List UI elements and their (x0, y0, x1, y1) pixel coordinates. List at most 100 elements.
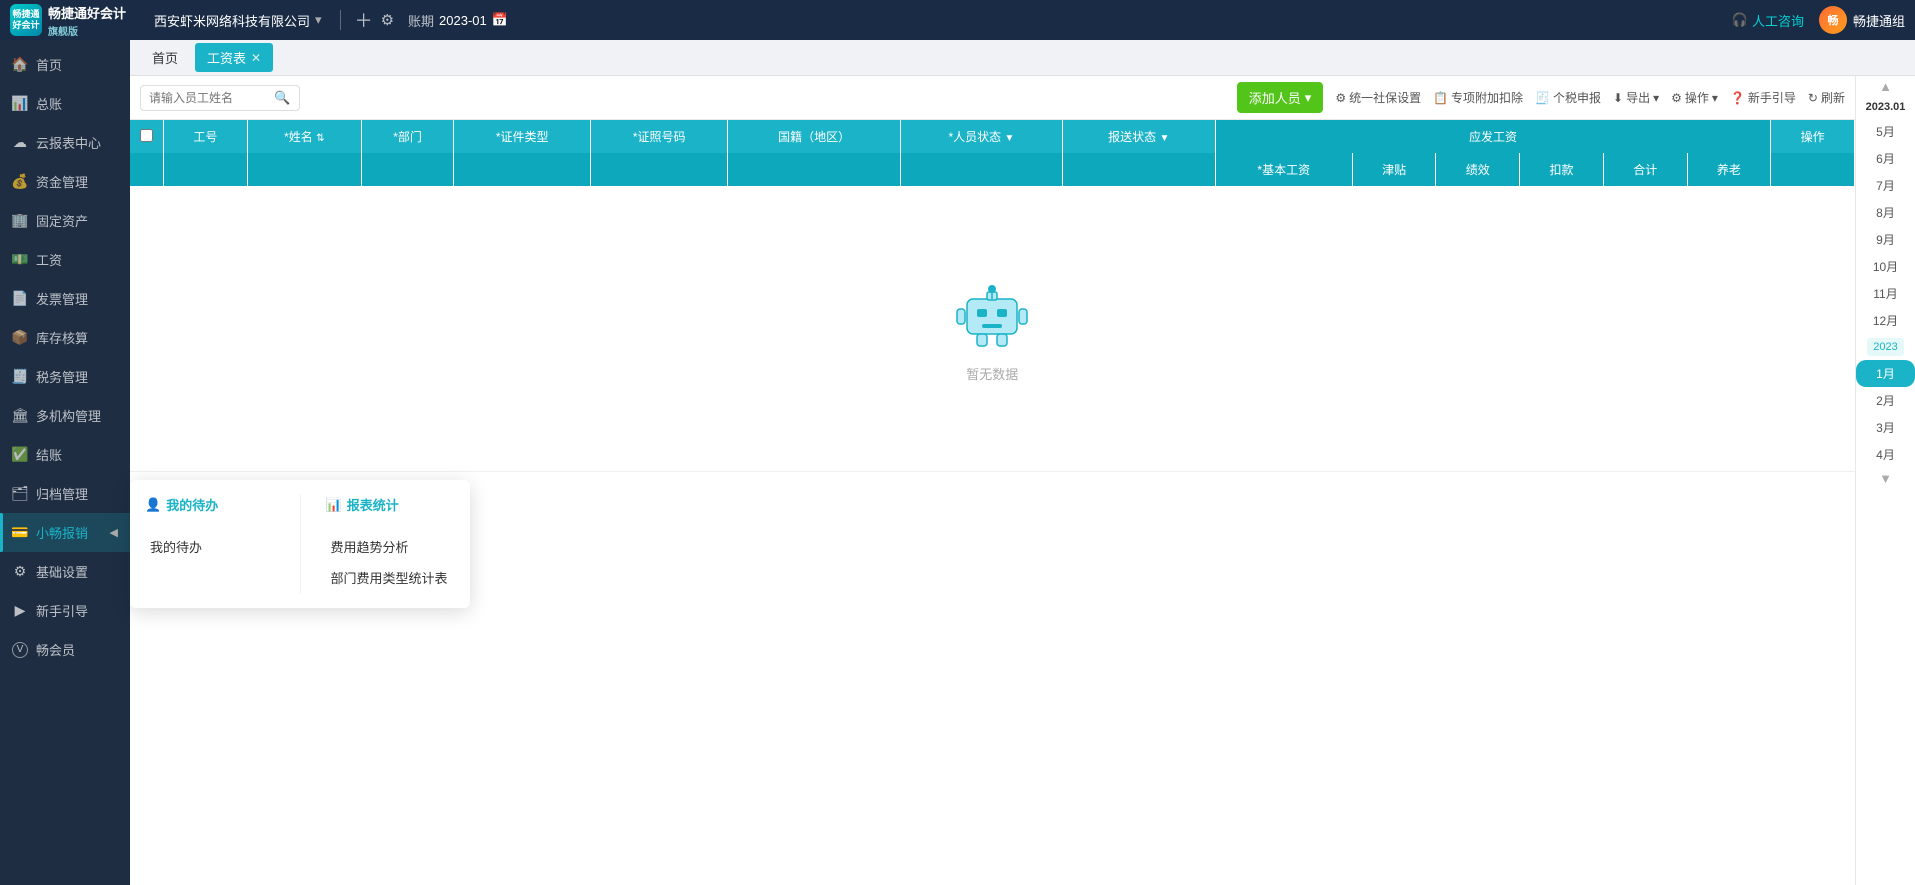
th-empty1 (130, 153, 164, 186)
cloud-icon: ☁ (12, 135, 28, 151)
empty-state-row: 暂无数据 (130, 186, 1855, 472)
sidebar-item-home[interactable]: 🏠 首页 (0, 45, 130, 84)
add-person-label: 添加人员 (1249, 88, 1301, 107)
play-icon: ▶ (12, 603, 28, 619)
th-cert-no: *证照号码 (591, 120, 728, 153)
cal-month-12[interactable]: 12月 (1856, 307, 1915, 334)
th-name[interactable]: *姓名 ⇅ (247, 120, 361, 153)
sidebar-item-guide[interactable]: ▶ 新手引导 (0, 591, 130, 630)
assets-icon: 🏢 (12, 213, 28, 229)
add-person-button[interactable]: 添加人员 ▾ (1237, 82, 1324, 113)
add-icon[interactable]: ＋ (351, 3, 377, 37)
funds-icon: 💰 (12, 174, 28, 190)
sidebar-item-cloud-report[interactable]: ☁ 云报表中心 (0, 123, 130, 162)
cal-month-5[interactable]: 5月 (1856, 118, 1915, 145)
user-name: 畅捷通组 (1853, 11, 1905, 30)
search-icon[interactable]: 🔍 (274, 90, 290, 106)
company-name: 西安虾米网络科技有限公司 (154, 11, 310, 30)
th-employee-id: 工号 (164, 120, 248, 153)
th-department: *部门 (361, 120, 453, 153)
sort-icon[interactable]: ⇅ (316, 133, 324, 144)
sidebar-item-expense[interactable]: 💳 小畅报销 ◀ (0, 513, 130, 552)
sidebar-item-invoice[interactable]: 📄 发票管理 (0, 279, 130, 318)
sidebar-item-salary[interactable]: 💵 工资 (0, 240, 130, 279)
tabs-bar: 首页 工资表 ✕ (130, 40, 1915, 76)
th-allowance: 津贴 (1352, 153, 1436, 186)
popup-section-todo-title: 👤 我的待办 (145, 495, 275, 519)
export-btn[interactable]: ⬇ 导出 ▾ (1613, 89, 1659, 106)
sidebar-item-settings[interactable]: ⚙ 基础设置 (0, 552, 130, 591)
search-box: 🔍 (140, 85, 300, 111)
member-icon: V (12, 642, 28, 658)
th-base-salary: *基本工资 (1215, 153, 1352, 186)
top-bar: 畅捷通好会计 畅捷通好会计 旗舰版 西安虾米网络科技有限公司 ▾ ＋ ⚙ 账期 … (0, 0, 1915, 40)
calendar-icon[interactable]: 📅 (492, 12, 508, 28)
tab-close-icon[interactable]: ✕ (251, 51, 261, 65)
cal-month-6[interactable]: 6月 (1856, 145, 1915, 172)
cal-month-1-active[interactable]: 1月 (1856, 360, 1915, 387)
th-operation: 操作 (1771, 120, 1855, 153)
popup-item-dept-stats[interactable]: 部门费用类型统计表 (326, 562, 456, 593)
empty-state: 暂无数据 (140, 194, 1845, 463)
cal-nav-down[interactable]: ▼ (1876, 468, 1896, 488)
cal-month-7[interactable]: 7月 (1856, 172, 1915, 199)
sidebar-item-inventory[interactable]: 📦 库存核算 (0, 318, 130, 357)
operation-btn[interactable]: ⚙ 操作 ▾ (1671, 89, 1718, 106)
tab-salary[interactable]: 工资表 ✕ (195, 43, 273, 72)
logo-icon: 畅捷通好会计 (10, 4, 42, 36)
cal-month-9[interactable]: 9月 (1856, 226, 1915, 253)
archive-icon: 🗂 (12, 486, 28, 502)
period-value: 2023-01 (439, 13, 487, 28)
th-report-status[interactable]: 报送状态 ▼ (1062, 120, 1215, 153)
operation-chevron-icon: ▾ (1712, 91, 1718, 105)
cal-month-2[interactable]: 2月 (1856, 387, 1915, 414)
th-status[interactable]: *人员状态 ▼ (901, 120, 1063, 153)
tax-report-btn[interactable]: 🧾 个税申报 (1535, 89, 1601, 106)
empty-text: 暂无数据 (966, 364, 1018, 383)
company-selector[interactable]: 西安虾米网络科技有限公司 ▾ (146, 7, 330, 34)
period-area: 账期 2023-01 📅 (408, 11, 508, 30)
popup-item-expense-trend[interactable]: 费用趋势分析 (326, 531, 456, 562)
deduction-btn[interactable]: 📋 专项附加扣除 (1433, 89, 1523, 106)
main-area: 🏠 首页 📊 总账 ☁ 云报表中心 💰 资金管理 🏢 固定资产 💵 工资 (0, 40, 1915, 885)
filter-icon[interactable]: ▼ (1005, 133, 1015, 144)
logo-text: 畅捷通好会计 旗舰版 (48, 3, 126, 38)
settings-icon[interactable]: ⚙ (377, 7, 398, 33)
th-empty4 (361, 153, 453, 186)
th-checkbox[interactable] (130, 120, 164, 153)
guide-btn[interactable]: ❓ 新手引导 (1730, 89, 1796, 106)
select-all-checkbox[interactable] (140, 129, 153, 142)
user-area[interactable]: 畅 畅捷通组 (1819, 6, 1905, 34)
sidebar-item-funds[interactable]: 💰 资金管理 (0, 162, 130, 201)
sidebar-item-assets[interactable]: 🏢 固定资产 (0, 201, 130, 240)
reports-icon: 📊 (326, 497, 342, 513)
deduction-icon: 📋 (1433, 91, 1448, 105)
sidebar-item-close-accounts[interactable]: ✅ 结账 (0, 435, 130, 474)
sidebar-item-archive[interactable]: 🗂 归档管理 (0, 474, 130, 513)
cal-month-11[interactable]: 11月 (1856, 280, 1915, 307)
cal-month-3[interactable]: 3月 (1856, 414, 1915, 441)
popup-item-todo[interactable]: 我的待办 (145, 531, 275, 562)
export-chevron-icon: ▾ (1653, 91, 1659, 105)
filter-icon2[interactable]: ▼ (1159, 133, 1169, 144)
search-input[interactable] (149, 91, 269, 105)
cal-month-4[interactable]: 4月 (1856, 441, 1915, 468)
social-security-btn[interactable]: ⚙ 统一社保设置 (1335, 89, 1421, 106)
support-button[interactable]: 🎧 人工咨询 (1732, 11, 1804, 30)
sidebar-item-tax[interactable]: 🧾 税务管理 (0, 357, 130, 396)
th-empty6 (591, 153, 728, 186)
popup-section-reports-title: 📊 报表统计 (326, 495, 456, 519)
cal-month-8[interactable]: 8月 (1856, 199, 1915, 226)
cal-year-2023[interactable]: 2023 (1867, 338, 1903, 356)
toolbar-right: 添加人员 ▾ ⚙ 统一社保设置 📋 专项附加扣除 (1237, 82, 1845, 113)
sidebar-item-ledger[interactable]: 📊 总账 (0, 84, 130, 123)
cal-month-10[interactable]: 10月 (1856, 253, 1915, 280)
cal-nav-up[interactable]: ▲ (1876, 76, 1896, 96)
sidebar-item-member[interactable]: V 畅会员 (0, 630, 130, 669)
org-icon: 🏛 (12, 408, 28, 424)
th-empty8 (901, 153, 1063, 186)
tab-home[interactable]: 首页 (140, 43, 190, 72)
refresh-btn[interactable]: ↻ 刷新 (1808, 89, 1845, 106)
sidebar-item-multi-org[interactable]: 🏛 多机构管理 (0, 396, 130, 435)
security-icon: ⚙ (1335, 91, 1346, 105)
